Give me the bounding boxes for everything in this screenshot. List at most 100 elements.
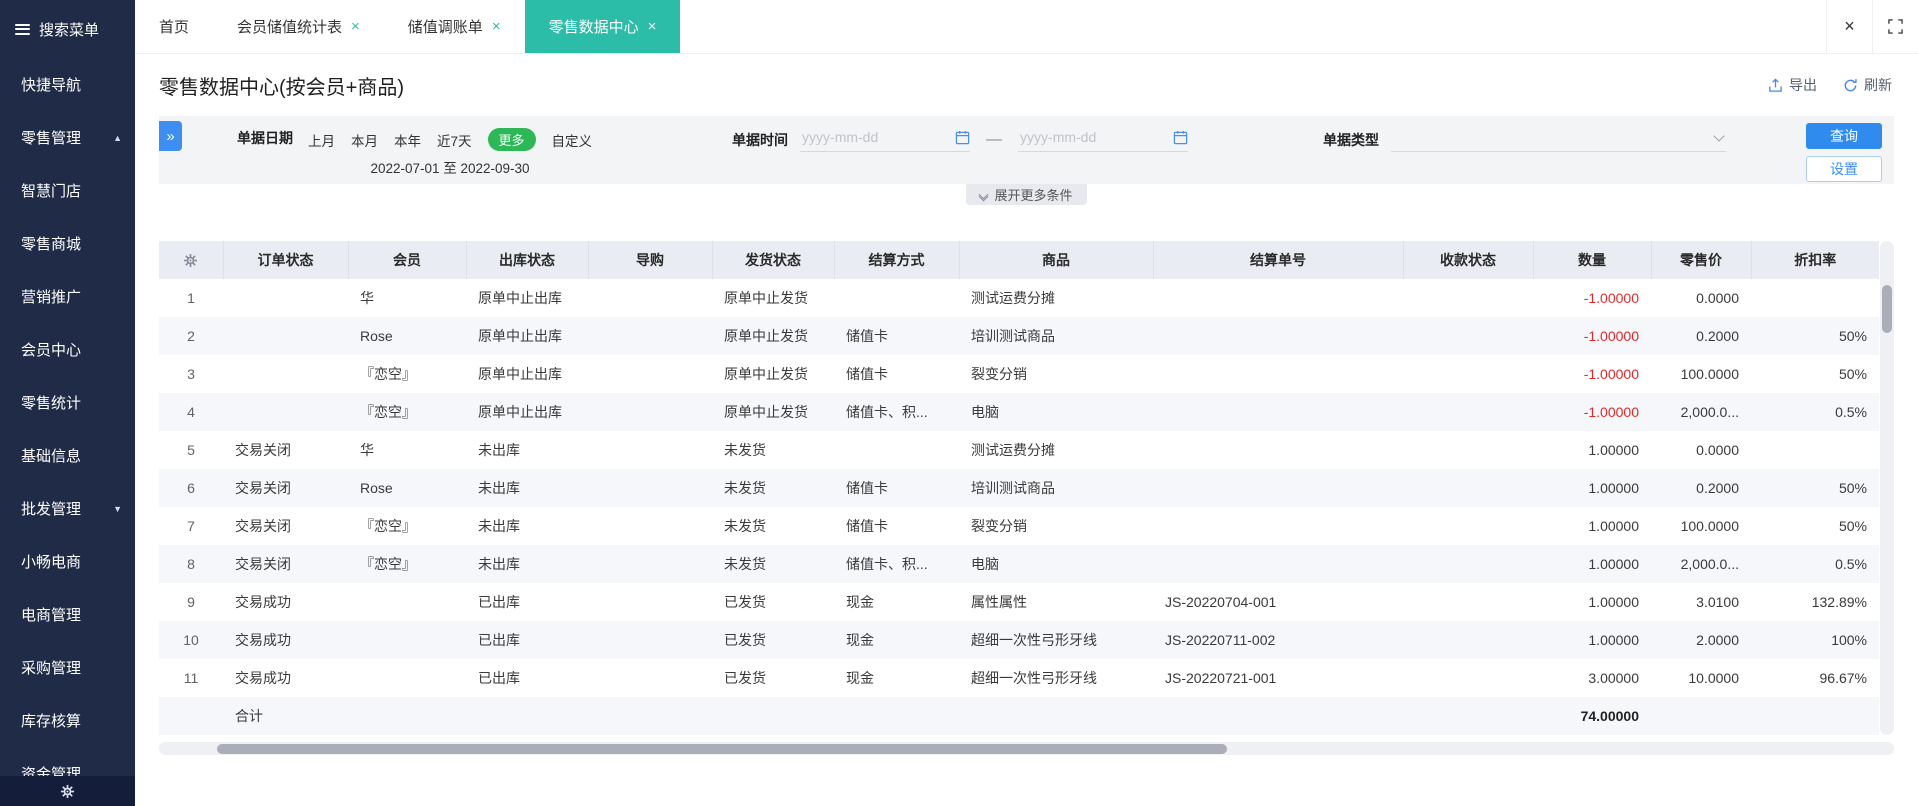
cell-guide	[588, 583, 712, 621]
sidebar-item-小畅电商[interactable]: 小畅电商	[0, 535, 135, 588]
table-row[interactable]: 3 『恋空』 原单中止出库 原单中止发货 储值卡 裂变分销 -1.00000 100.0000…	[159, 355, 1879, 393]
cell-member: 华	[348, 279, 466, 317]
cell-product: 超细一次性弓形牙线	[959, 621, 1153, 659]
cell-settlement: 储值卡、积...	[834, 545, 959, 583]
calendar-icon[interactable]	[1173, 130, 1188, 145]
sidebar-item-零售统计[interactable]: 零售统计	[0, 376, 135, 429]
cell-member	[348, 583, 466, 621]
cell-qty: 1.00000	[1533, 621, 1651, 659]
tab-零售数据中心[interactable]: 零售数据中心 ×	[524, 0, 681, 53]
sidebar-item-零售商城[interactable]: 零售商城	[0, 217, 135, 270]
export-button[interactable]: 导出	[1768, 75, 1817, 95]
cell-outbound: 原单中止出库	[466, 355, 588, 393]
sidebar-item-label: 批发管理	[21, 501, 82, 518]
cell-qty: 1.00000	[1533, 469, 1651, 507]
document-type-select[interactable]	[1391, 128, 1727, 152]
tab-储值调账单[interactable]: 储值调账单 ×	[384, 0, 525, 53]
close-window-button[interactable]: ×	[1826, 0, 1872, 53]
cell-shipping: 原单中止发货	[712, 355, 834, 393]
table-row[interactable]: 11 交易成功 已出库 已发货 现金 超细一次性弓形牙线 JS-20220721-001 3.…	[159, 659, 1879, 697]
cell-idx: 7	[159, 507, 223, 545]
fullscreen-icon	[1888, 19, 1903, 34]
cell-idx: 2	[159, 317, 223, 355]
sidebar-item-营销推广[interactable]: 营销推广	[0, 270, 135, 323]
date-option-more[interactable]: 更多	[487, 128, 536, 151]
cell-guide	[588, 431, 712, 469]
end-date-input[interactable]	[1018, 128, 1144, 146]
sidebar-search-menu[interactable]: 搜索菜单	[0, 0, 135, 58]
horizontal-scrollbar-thumb[interactable]	[217, 743, 1227, 754]
cell-guide	[588, 317, 712, 355]
date-option-上月[interactable]: 上月	[308, 130, 335, 150]
cell-doc_no	[1153, 469, 1403, 507]
start-date-input[interactable]	[800, 128, 926, 146]
cell-settlement: 储值卡	[834, 355, 959, 393]
table-settings-gear-header[interactable]	[159, 241, 224, 279]
sidebar-item-电商管理[interactable]: 电商管理	[0, 588, 135, 641]
table-row[interactable]: 8 交易关闭 『恋空』 未出库 未发货 储值卡、积... 电脑 1.00000 2,000.0.…	[159, 545, 1879, 583]
table-row[interactable]: 5 交易关闭华未出库 未发货 测试运费分摊 1.00000 0.0000	[159, 431, 1879, 469]
calendar-icon[interactable]	[955, 130, 970, 145]
cell-order_status: 交易关闭	[223, 545, 348, 583]
close-tab-icon[interactable]: ×	[492, 19, 501, 34]
refresh-button[interactable]: 刷新	[1843, 75, 1892, 95]
cell-payment	[1403, 317, 1533, 355]
table-row[interactable]: 9 交易成功 已出库 已发货 现金 属性属性 JS-20220704-001 1.00000 3…	[159, 583, 1879, 621]
total-cell-member	[348, 697, 466, 735]
fullscreen-button[interactable]	[1872, 0, 1918, 53]
cell-payment	[1403, 545, 1533, 583]
end-date-field	[1018, 128, 1189, 152]
table-row[interactable]: 4 『恋空』 原单中止出库 原单中止发货 储值卡、积... 电脑 -1.00000 2,000…	[159, 393, 1879, 431]
cell-product: 测试运费分摊	[959, 431, 1153, 469]
sidebar-item-快捷导航[interactable]: 快捷导航	[0, 58, 135, 111]
tab-首页[interactable]: 首页	[135, 0, 213, 53]
query-button[interactable]: 查询	[1806, 123, 1882, 149]
close-tab-icon[interactable]: ×	[648, 19, 657, 34]
sidebar-item-零售管理[interactable]: 零售管理 ▲	[0, 111, 135, 164]
cell-shipping: 未发货	[712, 469, 834, 507]
tab-label: 储值调账单	[407, 19, 483, 36]
cell-member: 『恋空』	[348, 355, 466, 393]
tab-会员储值统计表[interactable]: 会员储值统计表 ×	[213, 0, 384, 53]
cell-guide	[588, 545, 712, 583]
cell-payment	[1403, 355, 1533, 393]
date-option-custom[interactable]: 自定义	[552, 130, 593, 150]
sidebar-item-label: 电商管理	[21, 607, 82, 624]
table-row[interactable]: 6 交易关闭 Rose 未出库 未发货 储值卡 培训测试商品 1.00000 0.2000 50%	[159, 469, 1879, 507]
total-cell-qty: 74.00000	[1533, 697, 1651, 735]
date-option-近7天[interactable]: 近7天	[437, 130, 472, 150]
cell-member: Rose	[348, 317, 466, 355]
cell-order_status	[223, 317, 348, 355]
expand-more-conditions-button[interactable]: 展开更多条件	[966, 184, 1087, 205]
sidebar-item-库存核算[interactable]: 库存核算	[0, 694, 135, 747]
expand-more-label: 展开更多条件	[994, 188, 1073, 203]
sidebar-item-基础信息[interactable]: 基础信息	[0, 429, 135, 482]
sidebar-item-采购管理[interactable]: 采购管理	[0, 641, 135, 694]
cell-order_status	[223, 393, 348, 431]
page-title: 零售数据中心(按会员+商品)	[159, 76, 404, 99]
horizontal-scrollbar	[159, 742, 1894, 755]
table-row[interactable]: 10 交易成功 已出库 已发货 现金 超细一次性弓形牙线 JS-20220711-002 1.…	[159, 621, 1879, 659]
table-row[interactable]: 2 Rose 原单中止出库 原单中止发货 储值卡 培训测试商品 -1.00000 0.2000…	[159, 317, 1879, 355]
table-row[interactable]: 1 华原单中止出库 原单中止发货 测试运费分摊 -1.00000 0.0000	[159, 279, 1879, 317]
settings-button[interactable]: 设置	[1806, 156, 1882, 182]
total-cell-price	[1651, 697, 1751, 735]
sidebar-item-会员中心[interactable]: 会员中心	[0, 323, 135, 376]
cell-idx: 3	[159, 355, 223, 393]
date-option-本年[interactable]: 本年	[394, 130, 421, 150]
cell-guide	[588, 621, 712, 659]
collapse-filter-button[interactable]: »	[159, 121, 182, 151]
cell-qty: -1.00000	[1533, 279, 1651, 317]
table-row[interactable]: 7 交易关闭 『恋空』 未出库 未发货 储值卡 裂变分销 1.00000 100.0000 50%	[159, 507, 1879, 545]
close-tab-icon[interactable]: ×	[351, 19, 360, 34]
vertical-scrollbar-thumb[interactable]	[1882, 285, 1892, 333]
sidebar-item-智慧门店[interactable]: 智慧门店	[0, 164, 135, 217]
cell-payment	[1403, 431, 1533, 469]
cell-idx: 11	[159, 659, 223, 697]
sidebar-item-批发管理[interactable]: 批发管理 ▼	[0, 482, 135, 535]
cell-qty: -1.00000	[1533, 393, 1651, 431]
date-option-本月[interactable]: 本月	[351, 130, 378, 150]
cell-order_status: 交易成功	[223, 659, 348, 697]
sidebar-settings-button[interactable]	[0, 776, 135, 806]
sidebar-search-label: 搜索菜单	[39, 21, 100, 39]
